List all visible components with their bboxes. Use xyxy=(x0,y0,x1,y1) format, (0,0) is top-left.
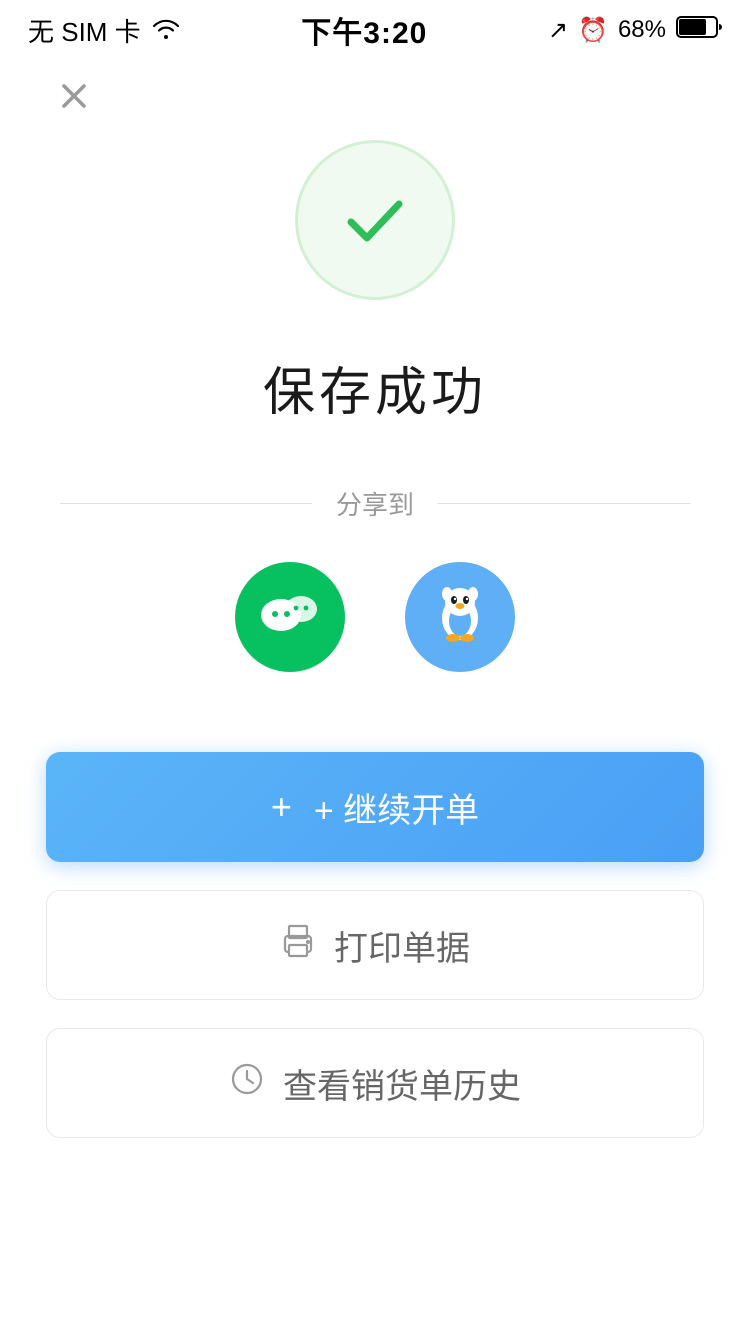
success-title: 保存成功 xyxy=(263,350,487,425)
main-content: 保存成功 分享到 xyxy=(0,60,750,1138)
divider-right xyxy=(438,503,690,504)
print-icon xyxy=(280,924,316,967)
print-button[interactable]: 打印单据 xyxy=(46,890,704,1000)
share-section: 分享到 xyxy=(0,485,750,672)
plus-icon: + xyxy=(271,786,292,828)
divider-left xyxy=(60,503,312,504)
success-circle xyxy=(295,140,455,300)
battery-icon xyxy=(676,15,722,46)
no-sim-text: 无 SIM 卡 xyxy=(28,12,141,49)
history-icon xyxy=(229,1061,265,1106)
status-left: 无 SIM 卡 xyxy=(28,12,181,49)
share-icons xyxy=(235,562,515,672)
status-bar: 无 SIM 卡 下午3:20 ↗ ⏰ 68% xyxy=(0,0,750,60)
share-label: 分享到 xyxy=(312,485,438,522)
alarm-icon: ⏰ xyxy=(578,16,608,45)
wechat-share-button[interactable] xyxy=(235,562,345,672)
divider-row: 分享到 xyxy=(0,485,750,522)
history-label: 查看销货单历史 xyxy=(283,1059,521,1108)
print-label: 打印单据 xyxy=(334,921,470,970)
close-button[interactable] xyxy=(48,70,100,122)
continue-button[interactable]: + + 继续开单 xyxy=(46,752,704,862)
continue-label: + 继续开单 xyxy=(314,783,479,832)
battery-text: 68% xyxy=(618,16,666,44)
wifi-icon xyxy=(151,15,181,46)
location-icon: ↗ xyxy=(548,16,568,45)
status-time: 下午3:20 xyxy=(301,8,427,52)
status-right: ↗ ⏰ 68% xyxy=(548,15,722,46)
qq-share-button[interactable] xyxy=(405,562,515,672)
history-button[interactable]: 查看销货单历史 xyxy=(46,1028,704,1138)
actions-container: + + 继续开单 打印单据 查看销货单历 xyxy=(0,752,750,1138)
